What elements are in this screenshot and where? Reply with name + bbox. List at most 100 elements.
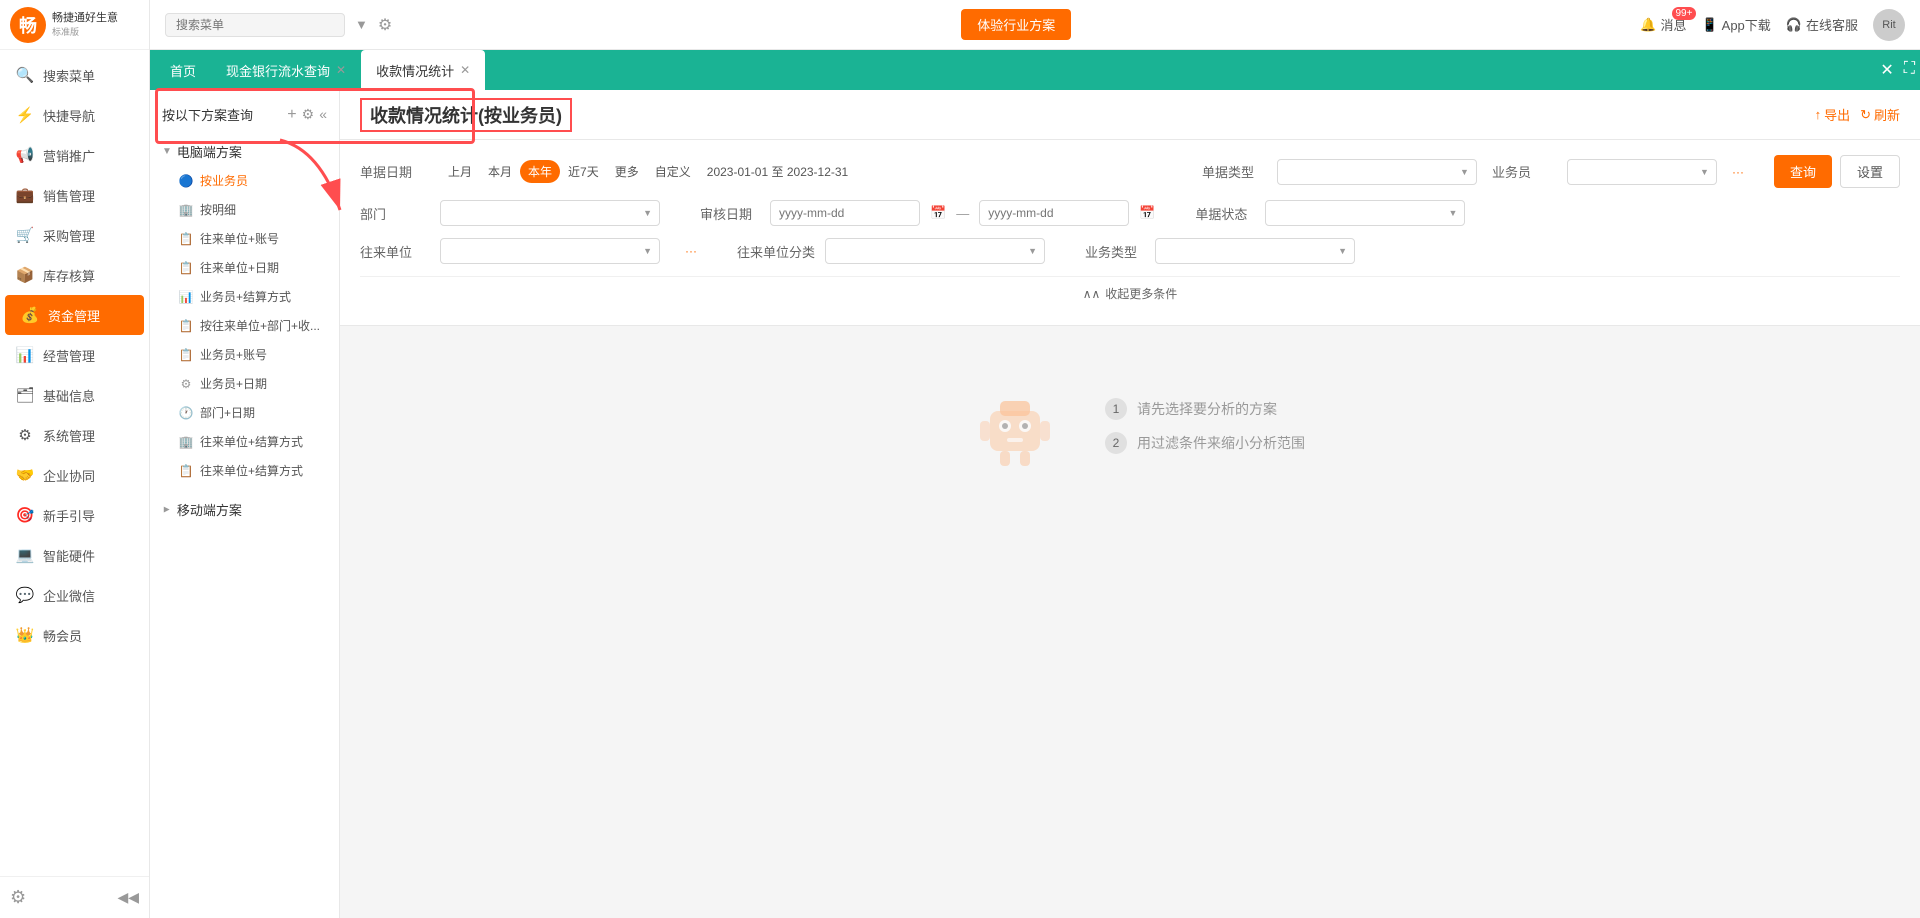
settings-button[interactable]: 设置 (1840, 155, 1900, 188)
sidebar-item-system[interactable]: ⚙系统管理 (0, 415, 149, 455)
right-panel: 收款情况统计(按业务员) ↑ 导出 ↻ 刷新 单据日期 (340, 90, 1920, 918)
voucher-status-label: 单据状态 (1195, 204, 1255, 223)
tab-bank-flow[interactable]: 现金银行流水查询 ✕ (211, 50, 361, 90)
salesperson-more-btn[interactable]: ··· (1732, 165, 1744, 179)
filter-area: 单据日期 上月 本月 本年 近7天 更多 自定义 2023-01-01 至 20… (340, 140, 1920, 326)
mobile-section-title[interactable]: ▼ 移动端方案 (150, 495, 339, 524)
sales-icon: 💼 (15, 185, 35, 205)
date-tab-this-year[interactable]: 本年 (520, 160, 560, 183)
sidebar-item-operations[interactable]: 📊经营管理 (0, 335, 149, 375)
unit-payment2-label: 往来单位+结算方式 (200, 462, 303, 479)
unit-payment1-icon: 🏢 (178, 434, 194, 450)
scheme-item-by-detail[interactable]: 🏢 按明细 (150, 195, 339, 224)
sidebar-item-hardware[interactable]: 💻智能硬件 (0, 535, 149, 575)
sidebar-item-label: 智能硬件 (43, 546, 95, 565)
date-tab-custom[interactable]: 自定义 (647, 160, 699, 183)
voucher-status-select[interactable] (1265, 200, 1465, 226)
trial-button[interactable]: 体验行业方案 (961, 9, 1071, 40)
bell-icon: 🔔 (1640, 17, 1656, 33)
scheme-item-unit-dept-collection[interactable]: 📋 按往来单位+部门+收... (150, 311, 339, 340)
sidebar-item-enterprise[interactable]: 🤝企业协同 (0, 455, 149, 495)
calendar-to-icon[interactable]: 📅 (1139, 205, 1155, 221)
scheme-settings-icon[interactable]: ⚙ (302, 106, 315, 124)
sidebar-item-wechat[interactable]: 💬企业微信 (0, 575, 149, 615)
sidebar-item-finance[interactable]: 💰资金管理 (5, 295, 144, 335)
sidebar-item-quick-nav[interactable]: ⚡快捷导航 (0, 95, 149, 135)
salesperson-account-icon: 📋 (178, 347, 194, 363)
basic-icon: 🗂 (15, 385, 35, 405)
detail-scheme-label: 按明细 (200, 201, 236, 218)
guide-icon: 🎯 (15, 505, 35, 525)
tab-collection-stats[interactable]: 收款情况统计 ✕ (361, 50, 485, 90)
settings-icon[interactable]: ⚙ (10, 887, 26, 908)
sidebar-item-inventory[interactable]: 📦库存核算 (0, 255, 149, 295)
scheme-item-by-salesperson[interactable]: 🔵 按业务员 (150, 166, 339, 195)
counterpart-more-btn[interactable]: ··· (685, 244, 697, 258)
review-date-to-input[interactable] (979, 200, 1129, 226)
maximize-window-icon[interactable]: ⛶ (1904, 60, 1915, 80)
scheme-item-salesperson-payment[interactable]: 📊 业务员+结算方式 (150, 282, 339, 311)
mobile-section-label: 移动端方案 (177, 500, 242, 519)
pc-section-title[interactable]: ▼ 电脑端方案 (150, 137, 339, 166)
scheme-item-salesperson-account[interactable]: 📋 业务员+账号 (150, 340, 339, 369)
dept-select[interactable] (440, 200, 660, 226)
business-type-select[interactable] (1155, 238, 1355, 264)
page-header-actions: ↑ 导出 ↻ 刷新 (1815, 105, 1900, 124)
scheme-item-unit-date[interactable]: 📋 往来单位+日期 (150, 253, 339, 282)
sidebar-item-search[interactable]: 🔍搜索菜单 (0, 55, 149, 95)
scheme-item-unit-account[interactable]: 📋 往来单位+账号 (150, 224, 339, 253)
counterpart-category-select[interactable] (825, 238, 1045, 264)
collapse-sidebar-icon[interactable]: ◀◀ (117, 889, 139, 906)
export-button[interactable]: ↑ 导出 (1815, 105, 1851, 124)
collapse-filter-bar[interactable]: ∧∧ 收起更多条件 (360, 276, 1900, 310)
sidebar-item-label: 系统管理 (43, 426, 95, 445)
unit-account-label: 往来单位+账号 (200, 230, 279, 247)
add-scheme-icon[interactable]: + (287, 106, 296, 124)
settings-icon[interactable]: ⚙ (378, 15, 392, 35)
bank-flow-tab-close[interactable]: ✕ (336, 63, 346, 77)
download-icon: 📱 (1701, 17, 1717, 33)
tip-item-2: 2 用过滤条件来缩小分析范围 (1105, 432, 1305, 454)
scheme-item-salesperson-date[interactable]: ⚙ 业务员+日期 (150, 369, 339, 398)
pc-section-items: 🔵 按业务员 🏢 按明细 📋 往来单位+账号 📋 往来单位+日期 (150, 166, 339, 485)
calendar-from-icon[interactable]: 📅 (930, 205, 946, 221)
close-window-icon[interactable]: ✕ (1880, 60, 1893, 80)
scheme-item-dept-date[interactable]: 🕐 部门+日期 (150, 398, 339, 427)
sidebar-item-marketing[interactable]: 📢营销推广 (0, 135, 149, 175)
dept-date-label: 部门+日期 (200, 404, 255, 421)
collapse-panel-icon[interactable]: « (319, 106, 327, 124)
counterpart-category-select-wrapper (825, 238, 1045, 264)
collection-stats-tab-close[interactable]: ✕ (460, 63, 470, 77)
sidebar-item-guide[interactable]: 🎯新手引导 (0, 495, 149, 535)
user-avatar[interactable]: Rit (1873, 9, 1905, 41)
page-header: 收款情况统计(按业务员) ↑ 导出 ↻ 刷新 (340, 90, 1920, 140)
date-tab-more[interactable]: 更多 (607, 160, 647, 183)
app-download-button[interactable]: 📱 App下载 (1701, 15, 1770, 34)
dropdown-arrow-icon[interactable]: ▼ (355, 17, 368, 32)
unit-account-icon: 📋 (178, 231, 194, 247)
unit-dept-icon: 📋 (178, 318, 194, 334)
date-tab-last-month[interactable]: 上月 (440, 160, 480, 183)
message-button[interactable]: 🔔 消息 99+ (1640, 15, 1686, 34)
tab-home[interactable]: 首页 (155, 50, 211, 90)
review-date-from-input[interactable] (770, 200, 920, 226)
sidebar-item-purchase[interactable]: 🛒采购管理 (0, 215, 149, 255)
search-menu-input[interactable] (165, 13, 345, 37)
query-button[interactable]: 查询 (1774, 155, 1832, 188)
mobile-section: ▼ 移动端方案 (150, 490, 339, 529)
sidebar-item-member[interactable]: 👑畅会员 (0, 615, 149, 655)
voucher-type-select[interactable] (1277, 159, 1477, 185)
voucher-status-select-wrapper (1265, 200, 1465, 226)
sidebar-item-basic[interactable]: 🗂基础信息 (0, 375, 149, 415)
topbar-center: 体验行业方案 (961, 9, 1071, 40)
refresh-button[interactable]: ↻ 刷新 (1860, 105, 1900, 124)
date-tab-this-month[interactable]: 本月 (480, 160, 520, 183)
sidebar-item-sales[interactable]: 💼销售管理 (0, 175, 149, 215)
counterpart-select[interactable] (440, 238, 660, 264)
salesperson-select[interactable] (1567, 159, 1717, 185)
operations-icon: 📊 (15, 345, 35, 365)
date-tab-7days[interactable]: 近7天 (560, 160, 607, 183)
online-service-button[interactable]: 🎧 在线客服 (1786, 15, 1858, 34)
scheme-item-unit-payment2[interactable]: 📋 往来单位+结算方式 (150, 456, 339, 485)
scheme-item-unit-payment1[interactable]: 🏢 往来单位+结算方式 (150, 427, 339, 456)
